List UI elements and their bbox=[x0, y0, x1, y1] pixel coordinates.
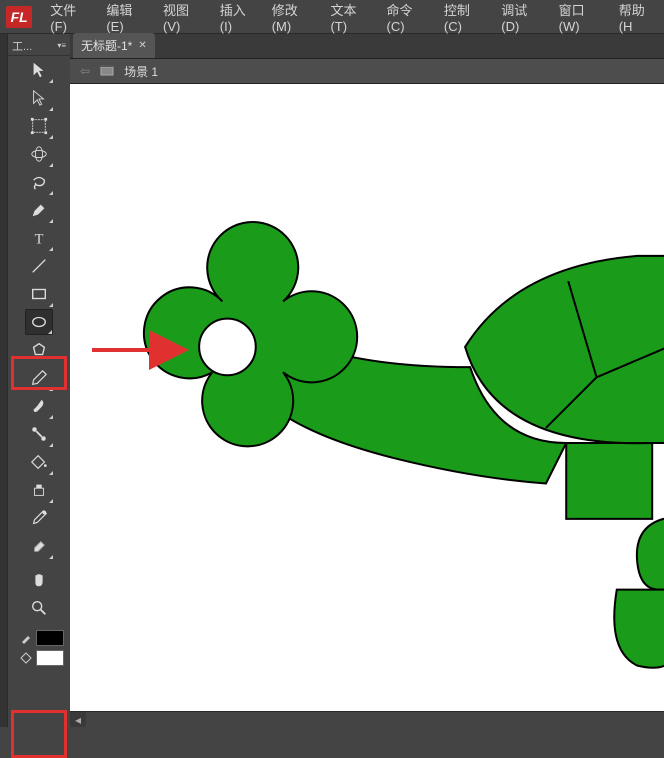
polystar-tool[interactable] bbox=[25, 337, 53, 363]
eyedropper-tool[interactable] bbox=[25, 505, 53, 531]
tab-close-icon[interactable]: ✕ bbox=[138, 40, 146, 51]
tab-bar: 无标题-1* ✕ bbox=[70, 34, 664, 58]
hand-tool[interactable] bbox=[25, 567, 53, 593]
color-swatches bbox=[8, 630, 70, 666]
pencil-tool[interactable] bbox=[25, 365, 53, 391]
scroll-left-icon[interactable]: ◂ bbox=[70, 712, 86, 727]
oval-tool[interactable] bbox=[25, 309, 53, 335]
menubar: FL 文件(F) 编辑(E) 视图(V) 插入(I) 修改(M) 文本(T) 命… bbox=[0, 0, 664, 34]
paint-bucket-tool[interactable] bbox=[25, 449, 53, 475]
svg-text:T: T bbox=[35, 231, 44, 247]
scene-icon bbox=[100, 64, 114, 78]
tools-panel-header[interactable]: 工... ▾≡ bbox=[8, 36, 70, 56]
text-tool[interactable]: T bbox=[25, 225, 53, 251]
scene-back-icon[interactable]: ⇦ bbox=[80, 64, 90, 78]
tools-panel-title: 工... bbox=[12, 38, 32, 54]
stroke-color-icon bbox=[20, 632, 32, 644]
lasso-tool[interactable] bbox=[25, 169, 53, 195]
subselection-tool[interactable] bbox=[25, 85, 53, 111]
horizontal-scrollbar[interactable]: ◂ bbox=[70, 711, 664, 727]
free-transform-tool[interactable] bbox=[25, 113, 53, 139]
stroke-color-swatch[interactable] bbox=[36, 630, 64, 646]
main-area: 工... ▾≡ T bbox=[0, 34, 664, 727]
stage-canvas[interactable] bbox=[70, 84, 664, 711]
document-tab-title: 无标题-1* bbox=[81, 37, 132, 54]
canvas-wrap: ◂ bbox=[70, 84, 664, 727]
zoom-tool[interactable] bbox=[25, 595, 53, 621]
eraser-tool[interactable] bbox=[25, 533, 53, 559]
pen-tool[interactable] bbox=[25, 197, 53, 223]
tools-panel: 工... ▾≡ T bbox=[8, 34, 70, 727]
document-tab[interactable]: 无标题-1* ✕ bbox=[73, 33, 155, 58]
ink-bottle-tool[interactable] bbox=[25, 477, 53, 503]
rectangle-tool[interactable] bbox=[25, 281, 53, 307]
fill-color-icon bbox=[20, 652, 32, 664]
line-tool[interactable] bbox=[25, 253, 53, 279]
app-logo: FL bbox=[6, 6, 32, 28]
scene-bar: ⇦ 场景 1 bbox=[70, 58, 664, 84]
three-d-rotation-tool[interactable] bbox=[25, 141, 53, 167]
left-gutter bbox=[0, 34, 8, 727]
selection-tool[interactable] bbox=[25, 57, 53, 83]
document-area: 无标题-1* ✕ ⇦ 场景 1 bbox=[70, 34, 664, 727]
fill-color-swatch[interactable] bbox=[36, 650, 64, 666]
brush-tool[interactable] bbox=[25, 393, 53, 419]
bone-tool[interactable] bbox=[25, 421, 53, 447]
turtle-drawing bbox=[70, 84, 664, 711]
scene-label[interactable]: 场景 1 bbox=[124, 63, 158, 80]
panel-menu-icon[interactable]: ▾≡ bbox=[57, 41, 66, 50]
